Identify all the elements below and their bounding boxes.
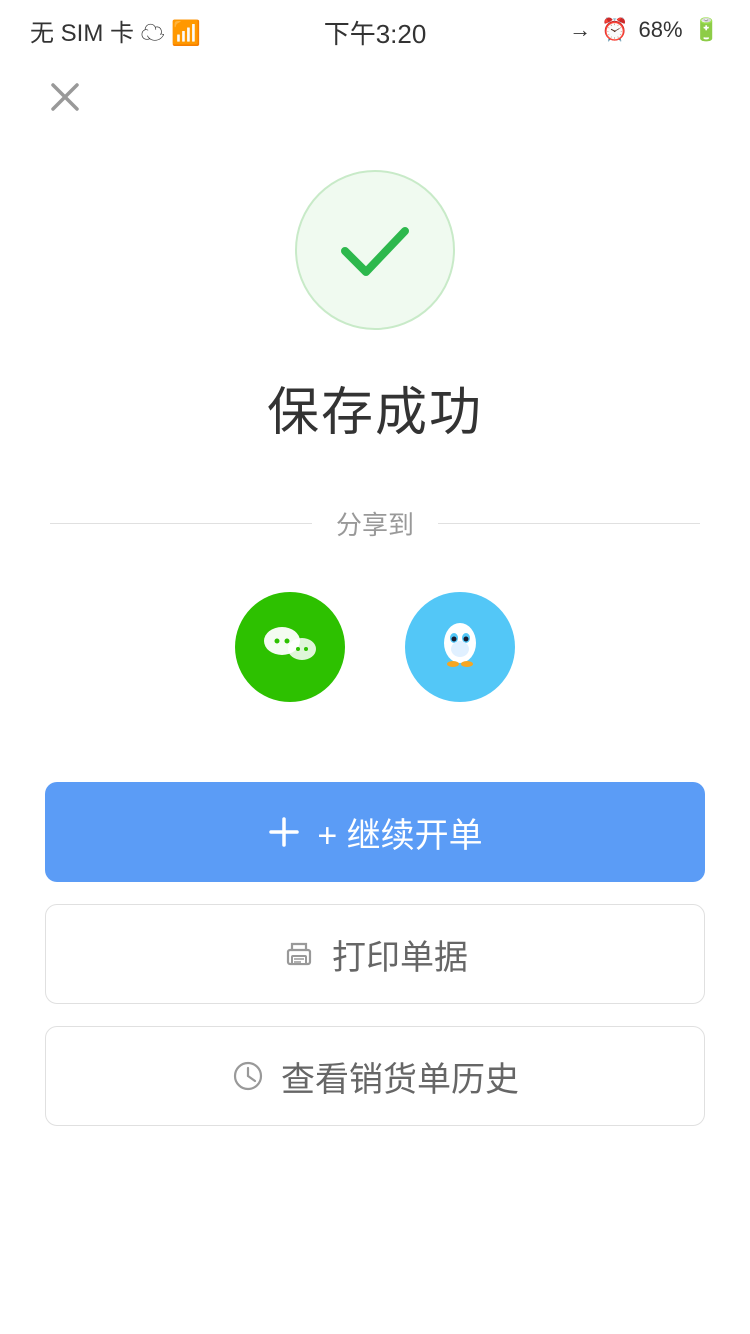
continue-order-button[interactable]: + 继续开单	[45, 782, 705, 882]
plus-icon	[267, 815, 301, 849]
status-bar: 无 SIM 卡 ☁ 📶 下午3:20 → ⏰ 68% 🔋	[0, 0, 750, 60]
main-content: 保存成功 分享到	[0, 60, 750, 1126]
action-buttons: + 继续开单 打印单据 查看销货单历史	[45, 782, 705, 1126]
success-icon-circle	[295, 170, 455, 330]
divider-line-right	[438, 523, 700, 524]
navigation-icon: →	[569, 17, 591, 43]
status-left: 无 SIM 卡 ☁ 📶	[30, 13, 201, 48]
close-button[interactable]	[40, 72, 90, 122]
battery-icon: 🔋	[693, 17, 720, 43]
clock-icon	[231, 1059, 265, 1093]
printer-icon	[282, 937, 316, 971]
alarm-icon: ⏰	[601, 17, 628, 43]
print-receipt-button[interactable]: 打印单据	[45, 904, 705, 1004]
qq-icon	[426, 613, 494, 681]
print-receipt-label: 打印单据	[332, 930, 468, 979]
wechat-icon	[256, 613, 324, 681]
qq-share-button[interactable]	[405, 592, 515, 702]
share-label: 分享到	[312, 505, 438, 542]
share-divider: 分享到	[0, 505, 750, 542]
view-history-button[interactable]: 查看销货单历史	[45, 1026, 705, 1126]
battery-text: 68%	[639, 17, 683, 43]
status-time: 下午3:20	[324, 14, 427, 51]
checkmark-icon	[330, 205, 420, 295]
status-right: → ⏰ 68% 🔋	[569, 17, 720, 43]
view-history-label: 查看销货单历史	[281, 1052, 519, 1101]
wechat-share-button[interactable]	[235, 592, 345, 702]
divider-line-left	[50, 523, 312, 524]
success-title: 保存成功	[267, 370, 483, 445]
share-icons-row	[235, 592, 515, 702]
continue-order-label: + 继续开单	[317, 808, 482, 857]
